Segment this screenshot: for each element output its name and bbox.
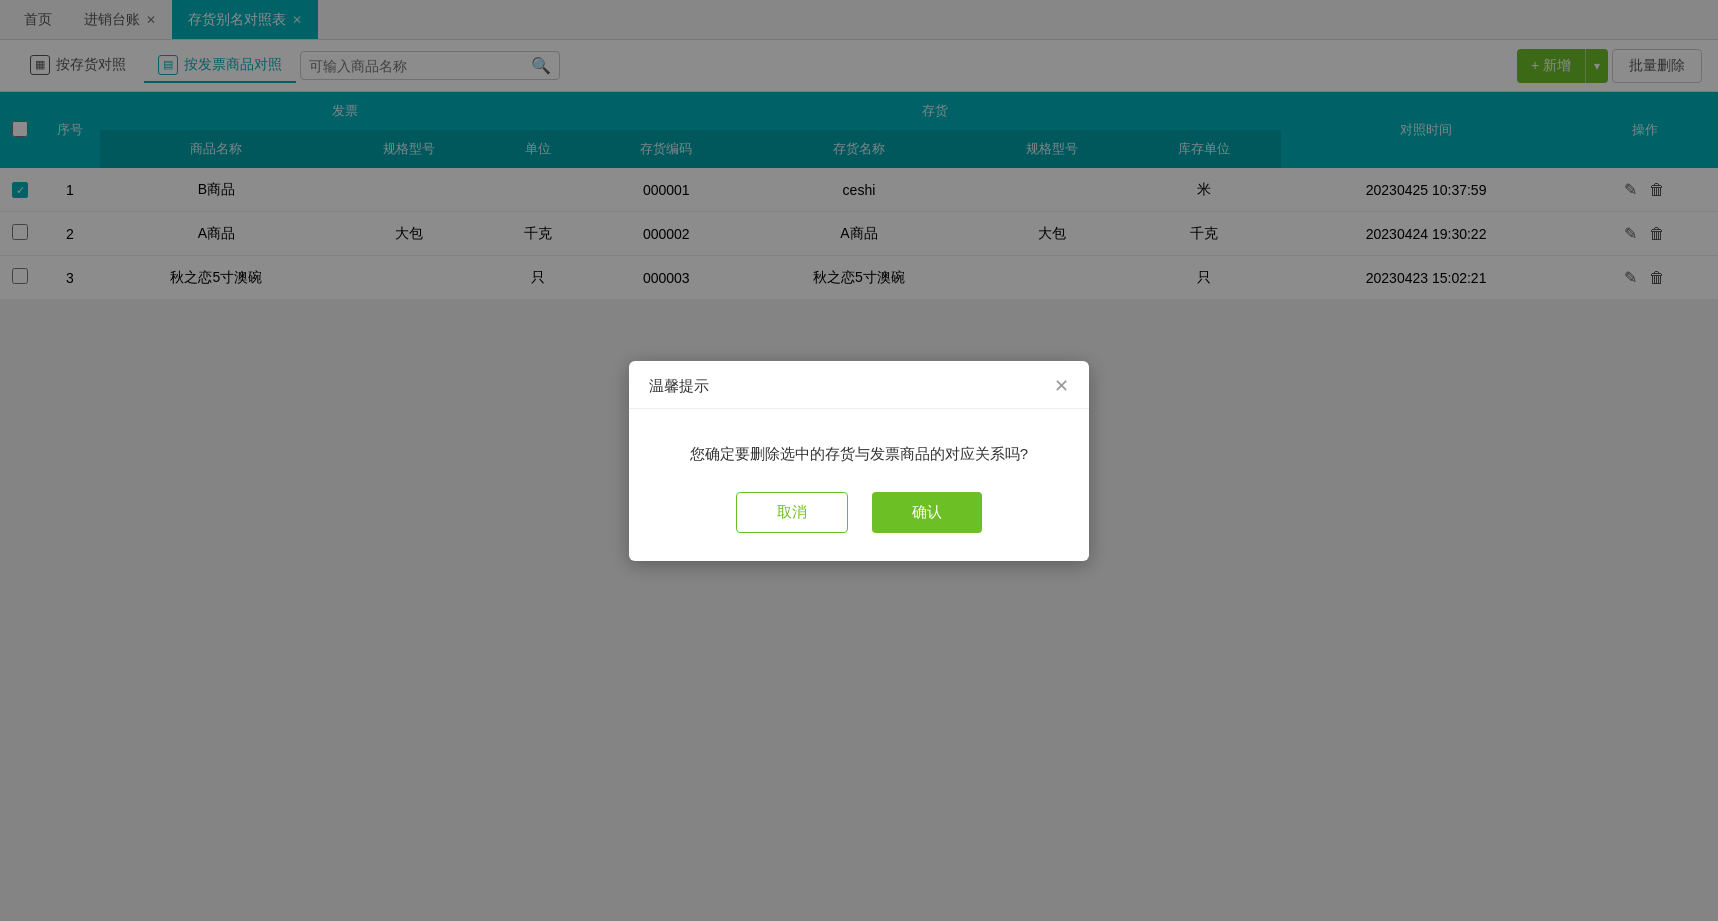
btn-confirm[interactable]: 确认 [872, 492, 982, 533]
btn-cancel-label: 取消 [777, 503, 807, 520]
dialog-title: 温馨提示 [649, 377, 709, 396]
dialog-footer: 取消 确认 [629, 492, 1089, 561]
dialog-message: 您确定要删除选中的存货与发票商品的对应关系吗? [690, 445, 1028, 462]
btn-cancel[interactable]: 取消 [736, 492, 848, 533]
dialog-close-button[interactable]: ✕ [1054, 377, 1069, 395]
modal-overlay[interactable]: 温馨提示 ✕ 您确定要删除选中的存货与发票商品的对应关系吗? 取消 确认 [0, 0, 1718, 921]
confirm-dialog: 温馨提示 ✕ 您确定要删除选中的存货与发票商品的对应关系吗? 取消 确认 [629, 361, 1089, 561]
dialog-header: 温馨提示 ✕ [629, 361, 1089, 409]
btn-confirm-label: 确认 [912, 503, 942, 520]
dialog-body: 您确定要删除选中的存货与发票商品的对应关系吗? [629, 409, 1089, 492]
